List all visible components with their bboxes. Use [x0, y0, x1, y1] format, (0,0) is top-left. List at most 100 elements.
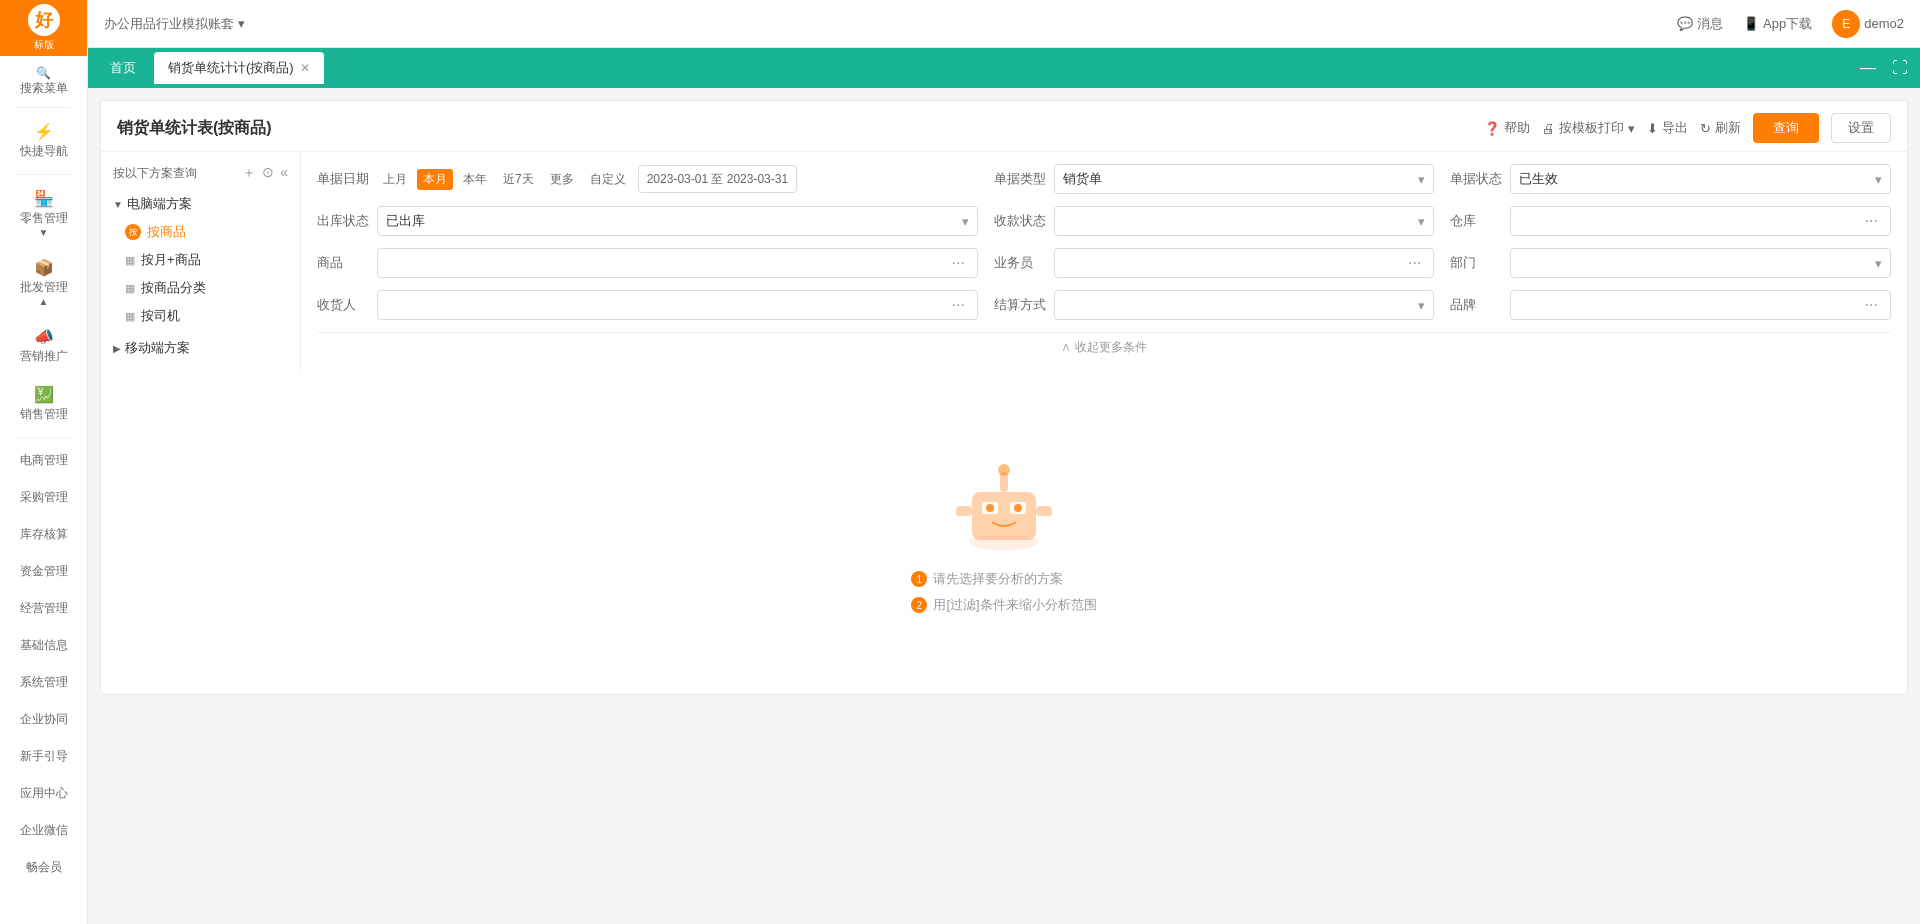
receipt-status-select[interactable]: ▾	[1054, 206, 1435, 236]
sidebar-search[interactable]: 🔍 搜索菜单	[0, 56, 87, 103]
goods-select[interactable]: ···	[377, 248, 978, 278]
doc-type-select[interactable]: 销货单 ▾	[1054, 164, 1435, 194]
scheme-item-by-month-goods[interactable]: ▦ 按月+商品	[101, 246, 300, 274]
date-shortcut-more[interactable]: 更多	[544, 169, 580, 190]
scheme-item-by-category[interactable]: ▦ 按商品分类	[101, 274, 300, 302]
tab-home[interactable]: 首页	[96, 52, 150, 84]
sidebar-item-retail[interactable]: 🏪 零售管理 ▼	[0, 179, 87, 248]
filter-row-3: 商品 ··· 业务员 ···	[317, 248, 1891, 278]
scheme-settings-icon[interactable]: ⊙	[262, 164, 274, 182]
date-shortcut-this-year[interactable]: 本年	[457, 169, 493, 190]
user-avatar-btn[interactable]: E demo2	[1832, 10, 1904, 38]
hint-2-number: 2	[911, 597, 927, 613]
date-shortcut-custom[interactable]: 自定义	[584, 169, 632, 190]
tab-maximize-icon[interactable]: ⛶	[1888, 55, 1912, 81]
salesman-ellipsis[interactable]: ···	[1404, 254, 1425, 272]
collapse-bar[interactable]: ∧ 收起更多条件	[317, 332, 1891, 362]
sidebar-item-system[interactable]: 系统管理	[0, 664, 87, 701]
date-range-input[interactable]: 2023-03-01 至 2023-03-31	[638, 165, 797, 193]
sidebar-item-enterprise[interactable]: 企业协同	[0, 701, 87, 738]
refresh-btn[interactable]: ↻ 刷新	[1700, 119, 1741, 137]
sidebar-item-member[interactable]: 畅会员	[0, 849, 87, 886]
sidebar: 好 标版 🔍 搜索菜单 ⚡ 快捷导航 🏪 零售管理 ▼ 📦 批发管理 ▲ 📣 营…	[0, 0, 88, 924]
goods-ellipsis[interactable]: ···	[948, 254, 969, 272]
scheme-item-by-driver[interactable]: ▦ 按司机	[101, 302, 300, 330]
sidebar-item-sales[interactable]: 💹 销售管理	[0, 375, 87, 433]
date-shortcut-last-month[interactable]: 上月	[377, 169, 413, 190]
scheme-item-month-icon: ▦	[125, 254, 135, 267]
sidebar-item-operations[interactable]: 经营管理	[0, 590, 87, 627]
sidebar-item-enterprise-wechat[interactable]: 企业微信	[0, 812, 87, 849]
department-select[interactable]: ▾	[1510, 248, 1891, 278]
divider2	[17, 174, 69, 175]
scheme-mobile-label: 移动端方案	[125, 339, 190, 357]
wholesale-label: 批发管理	[0, 279, 87, 296]
app-download-btn[interactable]: 📱 App下载	[1743, 15, 1812, 33]
scheme-pc-label: 电脑端方案	[127, 195, 192, 213]
message-btn[interactable]: 💬 消息	[1677, 15, 1723, 33]
receiver-select[interactable]: ···	[377, 290, 978, 320]
doc-status-select[interactable]: 已生效 ▾	[1510, 164, 1891, 194]
retail-arrow: ▼	[0, 227, 87, 238]
filter-field-date: 单据日期 上月 本月 本年 近7天 更多 自定义	[317, 165, 978, 193]
sidebar-item-wholesale[interactable]: 📦 批发管理 ▲	[0, 248, 87, 317]
template-print-btn[interactable]: 🖨 按模板打印 ▾	[1542, 119, 1635, 137]
sidebar-item-purchase[interactable]: 采购管理	[0, 479, 87, 516]
divider3	[17, 437, 69, 438]
marketing-icon: 📣	[0, 327, 87, 346]
help-btn[interactable]: ❓ 帮助	[1484, 119, 1530, 137]
sidebar-item-quick-nav[interactable]: ⚡ 快捷导航	[0, 112, 87, 170]
sidebar-logo[interactable]: 好 标版	[0, 0, 88, 56]
receiver-ellipsis[interactable]: ···	[948, 296, 969, 314]
scheme-item-by-month-goods-label: 按月+商品	[141, 251, 201, 269]
logo-icon: 好	[28, 4, 60, 36]
filter-row-1: 单据日期 上月 本月 本年 近7天 更多 自定义	[317, 164, 1891, 194]
scheme-group-mobile-title[interactable]: ▶ 移动端方案	[101, 334, 300, 362]
scheme-collapse-icon[interactable]: «	[280, 164, 288, 182]
tab-sales-stats[interactable]: 销货单统计计(按商品) ✕	[154, 52, 324, 84]
scheme-item-by-goods[interactable]: 按 按商品	[101, 218, 300, 246]
sidebar-item-finance[interactable]: 资金管理	[0, 553, 87, 590]
settle-select[interactable]: ▾	[1054, 290, 1435, 320]
filter-field-doc-type: 单据类型 销货单 ▾	[994, 164, 1435, 194]
sales-icon: 💹	[0, 385, 87, 404]
empty-hint-2: 2 用[过滤]条件来缩小分析范围	[911, 596, 1096, 614]
tab-close-icon[interactable]: ✕	[300, 61, 310, 75]
sidebar-item-inventory[interactable]: 库存核算	[0, 516, 87, 553]
refresh-label: 刷新	[1715, 119, 1741, 137]
scheme-header-title: 按以下方案查询	[113, 165, 197, 182]
scheme-group-pc-title[interactable]: ▼ 电脑端方案	[101, 190, 300, 218]
filter-field-out-status: 出库状态 已出库 ▾	[317, 206, 978, 236]
sidebar-item-marketing[interactable]: 📣 营销推广	[0, 317, 87, 375]
date-shortcut-this-month[interactable]: 本月	[417, 169, 453, 190]
sidebar-item-app-center[interactable]: 应用中心	[0, 775, 87, 812]
salesman-label: 业务员	[994, 254, 1046, 272]
sales-label: 销售管理	[0, 406, 87, 423]
industry-selector[interactable]: 办公用品行业模拟账套 ▾	[104, 15, 245, 33]
date-range-container: 上月 本月 本年 近7天 更多 自定义 2023-03-01 至 2023-03…	[377, 165, 978, 193]
sidebar-item-basic[interactable]: 基础信息	[0, 627, 87, 664]
out-status-select[interactable]: 已出库 ▾	[377, 206, 978, 236]
scheme-add-icon[interactable]: ＋	[242, 164, 256, 182]
scheme-header-icons: ＋ ⊙ «	[242, 164, 288, 182]
date-shortcut-bar: 上月 本月 本年 近7天 更多 自定义	[377, 169, 632, 190]
doc-type-value: 销货单	[1063, 170, 1102, 188]
out-status-arrow: ▾	[962, 214, 969, 229]
salesman-select[interactable]: ···	[1054, 248, 1435, 278]
scheme-panel: 按以下方案查询 ＋ ⊙ « ▼ 电脑端方案	[101, 152, 301, 374]
scheme-item-by-driver-label: 按司机	[141, 307, 180, 325]
query-btn[interactable]: 查询	[1753, 113, 1819, 143]
panel-header: 销货单统计表(按商品) ❓ 帮助 🖨 按模板打印 ▾ ⬇ 导出	[101, 101, 1907, 152]
warehouse-ellipsis[interactable]: ···	[1861, 212, 1882, 230]
tab-minimize-icon[interactable]: —	[1856, 55, 1880, 81]
export-btn[interactable]: ⬇ 导出	[1647, 119, 1688, 137]
warehouse-select[interactable]: ···	[1510, 206, 1891, 236]
date-shortcut-7days[interactable]: 近7天	[497, 169, 540, 190]
basic-label: 基础信息	[0, 637, 87, 654]
settings-btn[interactable]: 设置	[1831, 113, 1891, 143]
sidebar-item-ecommerce[interactable]: 电商管理	[0, 442, 87, 479]
brand-ellipsis[interactable]: ···	[1861, 296, 1882, 314]
help-icon: ❓	[1484, 121, 1500, 136]
brand-select[interactable]: ···	[1510, 290, 1891, 320]
sidebar-item-newbie[interactable]: 新手引导	[0, 738, 87, 775]
